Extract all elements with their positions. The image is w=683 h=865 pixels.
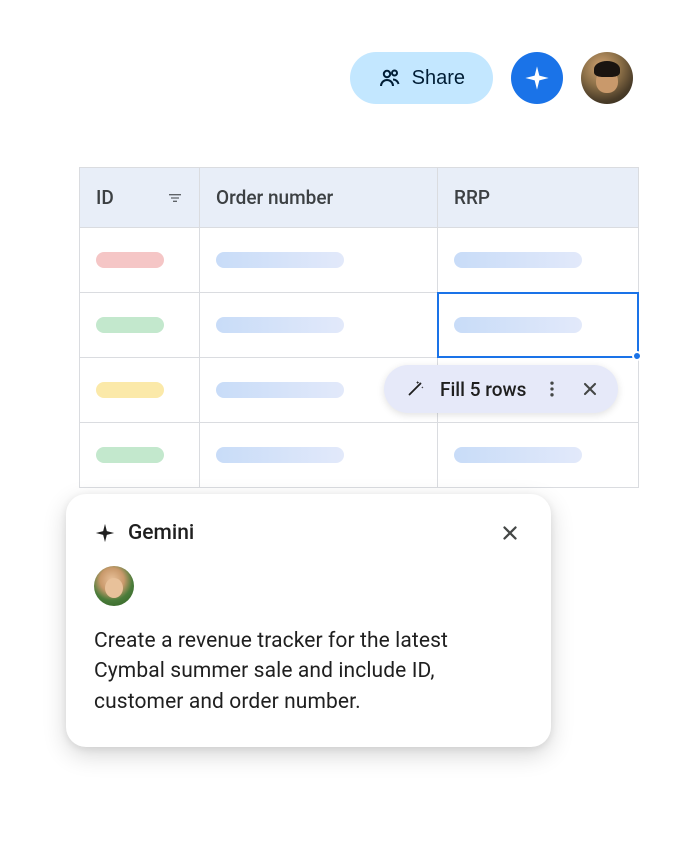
cell-order[interactable]	[200, 293, 438, 357]
fill-suggestion-popup: Fill 5 rows	[384, 365, 618, 413]
more-options-button[interactable]	[540, 377, 564, 401]
cell-id[interactable]	[80, 293, 200, 357]
placeholder-pill	[454, 252, 582, 268]
dismiss-fill-button[interactable]	[578, 377, 602, 401]
cell-order[interactable]	[200, 423, 438, 487]
gemini-panel: Gemini Create a revenue tracker for the …	[66, 494, 551, 747]
magic-wand-icon	[404, 378, 426, 400]
cell-rrp[interactable]	[438, 228, 638, 292]
sparkle-icon	[523, 64, 551, 92]
gemini-prompt-text: Create a revenue tracker for the latest …	[94, 626, 523, 717]
placeholder-pill	[454, 317, 582, 333]
table-row	[80, 293, 638, 358]
gemini-title: Gemini	[128, 521, 194, 545]
column-header-rrp-label: RRP	[454, 186, 490, 209]
table-row	[80, 228, 638, 293]
gemini-sparkle-button[interactable]	[511, 52, 563, 104]
placeholder-pill	[216, 252, 344, 268]
cell-id[interactable]	[80, 228, 200, 292]
top-bar: Share	[350, 52, 633, 104]
cell-id[interactable]	[80, 423, 200, 487]
column-header-id[interactable]: ID	[80, 168, 200, 227]
close-icon	[499, 522, 521, 544]
cell-order[interactable]	[200, 228, 438, 292]
cell-rrp[interactable]	[438, 423, 638, 487]
column-header-id-label: ID	[96, 186, 114, 209]
data-table: ID Order number RRP	[79, 167, 639, 488]
share-button[interactable]: Share	[350, 52, 493, 104]
cell-id[interactable]	[80, 358, 200, 422]
cell-rrp-selected[interactable]	[438, 293, 638, 357]
placeholder-pill	[96, 447, 164, 463]
column-header-rrp[interactable]: RRP	[438, 168, 638, 227]
placeholder-pill	[216, 382, 344, 398]
gemini-header: Gemini	[94, 520, 523, 546]
close-gemini-button[interactable]	[497, 520, 523, 546]
column-header-order[interactable]: Order number	[200, 168, 438, 227]
user-avatar[interactable]	[581, 52, 633, 104]
people-icon	[378, 66, 402, 90]
column-header-order-label: Order number	[216, 186, 333, 209]
share-label: Share	[412, 67, 465, 90]
placeholder-pill	[216, 447, 344, 463]
more-vertical-icon	[542, 379, 562, 399]
prompt-user-avatar	[94, 566, 134, 606]
placeholder-pill	[96, 317, 164, 333]
sparkle-icon	[94, 522, 116, 544]
close-icon	[580, 379, 600, 399]
placeholder-pill	[216, 317, 344, 333]
placeholder-pill	[96, 252, 164, 268]
placeholder-pill	[454, 447, 582, 463]
table-header-row: ID Order number RRP	[80, 168, 638, 228]
fill-label[interactable]: Fill 5 rows	[440, 378, 526, 401]
filter-icon[interactable]	[167, 190, 183, 206]
table-row	[80, 423, 638, 487]
placeholder-pill	[96, 382, 164, 398]
